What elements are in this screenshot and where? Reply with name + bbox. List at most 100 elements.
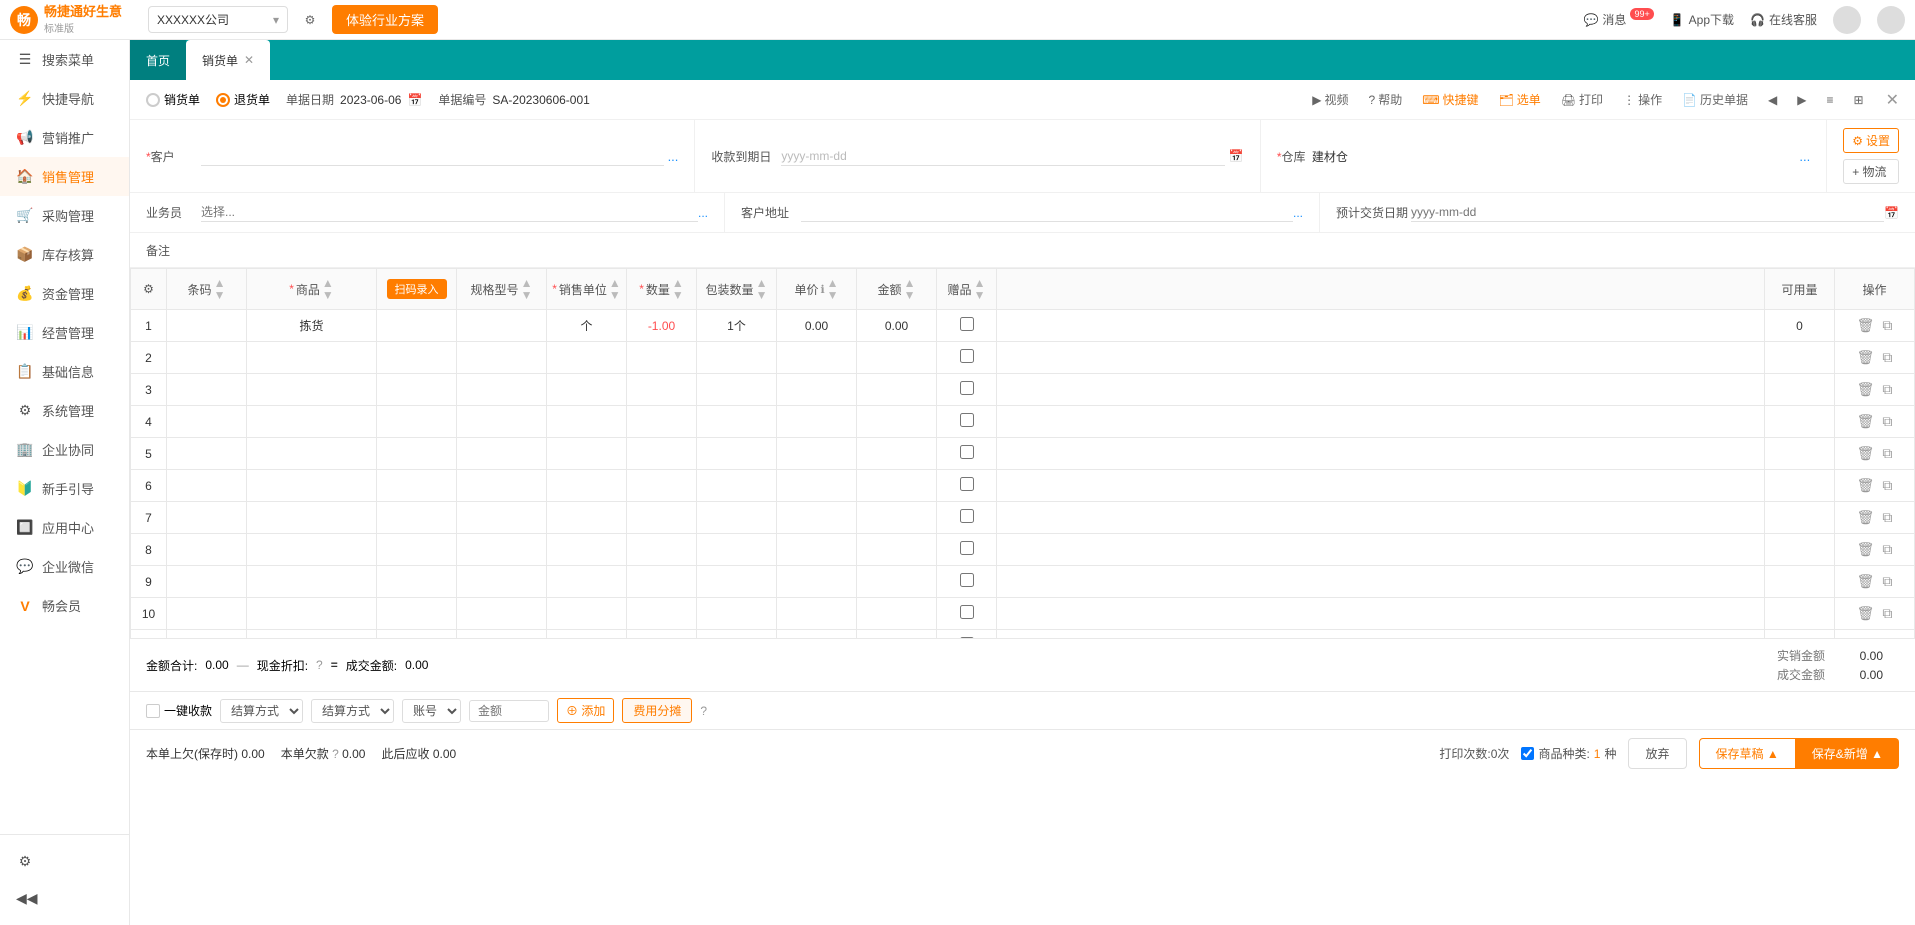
list-view-button[interactable]: ≡ bbox=[1821, 90, 1840, 110]
radio-sales-order[interactable]: 销货单 bbox=[146, 91, 200, 108]
row-price[interactable]: 0.00 bbox=[777, 310, 857, 342]
salesperson-dots[interactable]: ... bbox=[698, 206, 708, 220]
row-unit[interactable]: 个 bbox=[547, 310, 627, 342]
help-icon-due[interactable]: ? bbox=[332, 747, 339, 761]
copy-row-icon[interactable]: ⧉ bbox=[1882, 381, 1892, 398]
sidebar-item-purchase[interactable]: 🛒 采购管理 bbox=[0, 196, 129, 235]
save-new-button[interactable]: 保存&新增 ▲ bbox=[1796, 738, 1899, 769]
delete-row-icon[interactable]: 🗑 bbox=[1857, 477, 1875, 494]
one-click-payment-checkbox[interactable]: 一键收款 bbox=[146, 702, 212, 719]
sidebar-item-wechat[interactable]: 💬 企业微信 bbox=[0, 547, 129, 586]
app-download-button[interactable]: 📱 App下载 bbox=[1670, 11, 1734, 28]
save-draft-button[interactable]: 保存草稿 ▲ bbox=[1699, 738, 1796, 769]
sidebar-item-guide[interactable]: 🔰 新手引导 bbox=[0, 469, 129, 508]
due-date-calendar-icon[interactable]: 📅 bbox=[1229, 149, 1244, 163]
scan-button[interactable]: 扫码录入 bbox=[387, 279, 447, 299]
delete-row-icon[interactable]: 🗑 bbox=[1857, 509, 1875, 526]
delete-row-icon[interactable]: 🗑 bbox=[1857, 349, 1875, 366]
payment-method-select2[interactable]: 结算方式 bbox=[311, 699, 394, 723]
delete-row-icon[interactable]: 🗑 bbox=[1857, 381, 1875, 398]
delete-row-icon[interactable]: 🗑 bbox=[1857, 317, 1875, 334]
col-settings-header[interactable]: ⚙ bbox=[131, 269, 167, 310]
abandon-button[interactable]: 放弃 bbox=[1628, 738, 1686, 769]
row-product[interactable]: 拣货 bbox=[247, 310, 377, 342]
sidebar-item-operation[interactable]: 📊 经营管理 bbox=[0, 313, 129, 352]
shortcut-button[interactable]: ⌨ 快捷键 bbox=[1416, 88, 1484, 111]
logistics-button[interactable]: + 物流 bbox=[1843, 159, 1899, 184]
sidebar-item-enterprise[interactable]: 🏢 企业协同 bbox=[0, 430, 129, 469]
delete-row-icon[interactable]: 🗑 bbox=[1857, 605, 1875, 622]
customer-dots[interactable]: ... bbox=[668, 149, 679, 164]
trial-button[interactable]: 体验行业方案 bbox=[332, 5, 438, 34]
copy-row-icon[interactable]: ⧉ bbox=[1882, 573, 1892, 590]
delete-row-icon[interactable]: 🗑 bbox=[1857, 413, 1875, 430]
customer-address-dots[interactable]: ... bbox=[1293, 206, 1303, 220]
next-button[interactable]: ▶ bbox=[1791, 90, 1812, 110]
row-barcode[interactable] bbox=[167, 310, 247, 342]
remark-input[interactable] bbox=[181, 241, 1899, 259]
form-close-button[interactable]: ✕ bbox=[1886, 90, 1899, 110]
sidebar-item-system[interactable]: ⚙ 系统管理 bbox=[0, 391, 129, 430]
copy-row-icon[interactable]: ⧉ bbox=[1882, 317, 1892, 334]
row-spec[interactable] bbox=[457, 310, 547, 342]
sidebar-settings[interactable]: ⚙ bbox=[0, 843, 129, 880]
tab-sales-order[interactable]: 销货单 ✕ bbox=[186, 40, 270, 80]
expense-split-button[interactable]: 费用分摊 bbox=[622, 698, 692, 723]
setting-button[interactable]: ⚙ 设置 bbox=[1843, 128, 1899, 153]
add-payment-button[interactable]: ⊕ 添加 bbox=[557, 698, 614, 723]
sidebar-item-member[interactable]: V 畅会员 bbox=[0, 586, 129, 625]
print-button[interactable]: 🖨 打印 bbox=[1555, 88, 1609, 111]
sidebar-item-search[interactable]: ☰ 搜索菜单 bbox=[0, 40, 129, 79]
video-button[interactable]: ▶ 视频 bbox=[1306, 88, 1354, 111]
sidebar-item-quick-nav[interactable]: ⚡ 快捷导航 bbox=[0, 79, 129, 118]
due-date-input[interactable] bbox=[781, 147, 1224, 166]
sidebar-item-finance[interactable]: 💰 资金管理 bbox=[0, 274, 129, 313]
copy-row-icon[interactable]: ⧉ bbox=[1882, 509, 1892, 526]
row-qty[interactable]: -1.00 bbox=[627, 310, 697, 342]
prev-button[interactable]: ◀ bbox=[1762, 90, 1783, 110]
avatar-2[interactable] bbox=[1877, 6, 1905, 34]
product-type-checkbox[interactable] bbox=[1521, 747, 1534, 760]
help-icon-summary[interactable]: ? bbox=[316, 658, 323, 672]
product-type-field[interactable]: 商品种类: 1 种 bbox=[1521, 745, 1616, 762]
operation-button[interactable]: ⋮ 操作 bbox=[1617, 88, 1668, 111]
row-pkgqty[interactable]: 1个 bbox=[697, 310, 777, 342]
avatar[interactable] bbox=[1833, 6, 1861, 34]
copy-row-icon[interactable]: ⧉ bbox=[1882, 477, 1892, 494]
company-selector[interactable]: XXXXXX公司 ▾ bbox=[148, 6, 288, 33]
delivery-date-input[interactable] bbox=[1411, 203, 1884, 222]
tab-close-icon[interactable]: ✕ bbox=[244, 53, 254, 67]
message-button[interactable]: 💬 消息 99+ bbox=[1583, 11, 1653, 28]
sidebar-item-basic[interactable]: 📋 基础信息 bbox=[0, 352, 129, 391]
delete-row-icon[interactable]: 🗑 bbox=[1857, 541, 1875, 558]
delivery-calendar-icon[interactable]: 📅 bbox=[1884, 206, 1899, 220]
customer-address-input[interactable] bbox=[801, 203, 1293, 222]
sidebar-item-appstore[interactable]: 🔲 应用中心 bbox=[0, 508, 129, 547]
calendar-icon[interactable]: 📅 bbox=[407, 93, 422, 107]
select-button[interactable]: 🗂 选单 bbox=[1493, 88, 1547, 111]
warehouse-dots[interactable]: ... bbox=[1799, 149, 1810, 164]
history-button[interactable]: 📄 历史单据 bbox=[1676, 88, 1754, 111]
payment-method-select[interactable]: 结算方式 bbox=[220, 699, 303, 723]
account-select[interactable]: 账号 bbox=[402, 699, 461, 723]
row-gift[interactable] bbox=[937, 310, 997, 342]
row-remark[interactable] bbox=[997, 310, 1765, 342]
salesperson-input[interactable] bbox=[201, 203, 698, 222]
sidebar-collapse[interactable]: ◀◀ bbox=[0, 880, 129, 917]
customer-input[interactable] bbox=[201, 147, 664, 166]
radio-return-order[interactable]: 退货单 bbox=[216, 91, 270, 108]
payment-help-icon[interactable]: ? bbox=[700, 704, 707, 718]
row-amount[interactable]: 0.00 bbox=[857, 310, 937, 342]
delete-row-icon[interactable]: 🗑 bbox=[1857, 573, 1875, 590]
delete-row-icon[interactable]: 🗑 bbox=[1857, 445, 1875, 462]
gear-icon[interactable]: ⚙ bbox=[296, 6, 324, 34]
sidebar-item-sales[interactable]: 🏠 销售管理 bbox=[0, 157, 129, 196]
payment-amount-input[interactable] bbox=[469, 700, 549, 722]
copy-row-icon[interactable]: ⧉ bbox=[1882, 349, 1892, 366]
copy-row-icon[interactable]: ⧉ bbox=[1882, 605, 1892, 622]
sidebar-item-inventory[interactable]: 📦 库存核算 bbox=[0, 235, 129, 274]
copy-row-icon[interactable]: ⧉ bbox=[1882, 445, 1892, 462]
sidebar-item-marketing[interactable]: 📢 营销推广 bbox=[0, 118, 129, 157]
tab-home[interactable]: 首页 bbox=[130, 40, 186, 80]
help-button[interactable]: ? 帮助 bbox=[1363, 88, 1409, 111]
